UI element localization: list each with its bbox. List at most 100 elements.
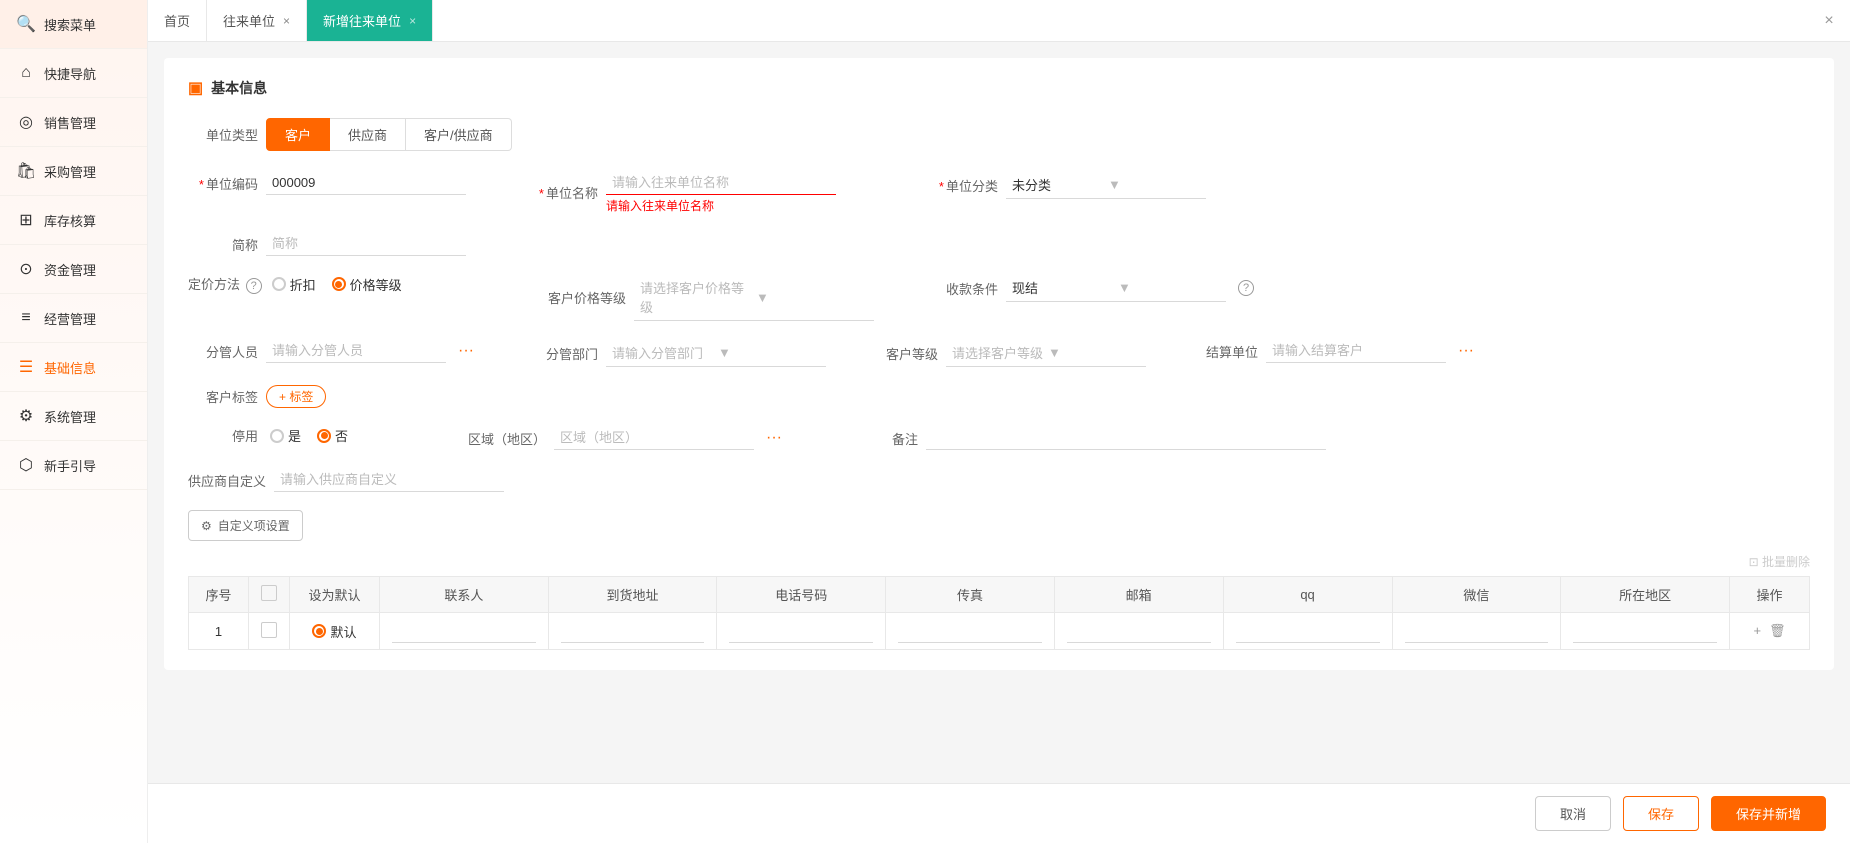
category-select[interactable]: 未分类 ▼ [1006,171,1206,199]
th-wechat: 微信 [1392,577,1561,613]
unit-type-group: 客户 供应商 客户/供应商 [266,118,512,151]
supplier-custom-row: 供应商自定义 [188,468,1810,492]
region-input[interactable] [554,426,754,450]
row-delete-icon[interactable]: 🗑 [1769,623,1786,639]
th-qq: qq [1223,577,1392,613]
row-phone-input[interactable] [729,619,873,643]
customer-level-select[interactable]: 请选择客户等级 ▼ [946,339,1146,367]
manager-more-btn[interactable]: ··· [454,342,478,360]
row-fax-input[interactable] [898,619,1042,643]
sales-icon: ◎ [16,112,36,132]
row-qq-input[interactable] [1236,619,1380,643]
customer-level-item: 客户等级 请选择客户等级 ▼ [868,339,1188,367]
region-more-btn[interactable]: ··· [762,429,786,447]
th-contact: 联系人 [380,577,549,613]
tab-new-partner-close[interactable]: × [409,14,416,28]
code-name-category-row: *单位编码 *单位名称 请输入往来单位名称 [188,171,1810,214]
unit-type-supplier[interactable]: 供应商 [330,118,406,151]
row-email-input[interactable] [1067,619,1211,643]
sidebar-search[interactable]: 🔍 搜索菜单 [0,0,147,49]
row-contact-input[interactable] [392,619,536,643]
sidebar-item-sales[interactable]: ◎ 销售管理 [0,98,147,147]
payment-help-icon[interactable]: ? [1238,280,1254,296]
th-default: 设为默认 [290,577,380,613]
search-icon: 🔍 [16,14,36,34]
remark-input[interactable] [926,426,1326,450]
disabled-yes-radio [270,429,284,443]
batch-delete-area[interactable]: ⊡ 批量删除 [188,553,1810,570]
name-input[interactable] [606,171,836,195]
sidebar-item-purchase[interactable]: 🛍 采购管理 [0,147,147,196]
settlement-input[interactable] [1266,339,1446,363]
settlement-item: 结算单位 ··· [1188,339,1810,363]
action-bar: 取消 保存 保存并新增 [148,783,1850,843]
basic-icon: ☰ [16,357,36,377]
sidebar-item-guide[interactable]: ⬡ 新手引导 [0,441,147,490]
row-add-icon[interactable]: + [1753,623,1761,639]
customer-price-chevron: ▼ [756,290,868,305]
td-address [548,613,717,650]
row-region-input[interactable] [1573,619,1717,643]
tab-partners-close[interactable]: × [283,14,290,28]
unit-type-customer[interactable]: 客户 [266,118,330,151]
abbr-row: 简称 [188,232,1810,256]
sidebar-item-finance[interactable]: ⊙ 资金管理 [0,245,147,294]
disabled-no-radio [317,429,331,443]
unit-type-label: 单位类型 [188,125,258,144]
abbr-input[interactable] [266,232,466,256]
custom-settings-button[interactable]: ⚙ 自定义项设置 [188,510,303,541]
row-default-radio[interactable]: 默认 [302,622,367,641]
category-chevron: ▼ [1108,177,1200,192]
category-label: *单位分类 [928,176,998,195]
sidebar-item-basic[interactable]: ☰ 基础信息 [0,343,147,392]
name-item: *单位名称 请输入往来单位名称 [528,171,928,214]
row-checkbox[interactable] [261,622,277,638]
save-button[interactable]: 保存 [1623,796,1699,831]
td-wechat [1392,613,1561,650]
sidebar-item-quick-nav[interactable]: ⌂ 快捷导航 [0,49,147,98]
th-index: 序号 [189,577,249,613]
disabled-item: 停用 是 否 [188,426,468,445]
pricing-discount-radio [272,277,286,291]
td-qq [1223,613,1392,650]
sidebar-item-operations[interactable]: ≡ 经营管理 [0,294,147,343]
settlement-more-btn[interactable]: ··· [1454,342,1478,360]
code-input[interactable] [266,171,466,195]
disabled-yes[interactable]: 是 [270,426,301,445]
tab-home[interactable]: 首页 [148,0,207,41]
pricing-price-level[interactable]: 价格等级 [332,275,402,294]
disabled-no[interactable]: 否 [317,426,348,445]
dept-item: 分管部门 请输入分管部门 ▼ [528,339,868,367]
tab-partners[interactable]: 往来单位 × [207,0,307,41]
contacts-table: 序号 设为默认 联系人 到货地址 电话号码 传真 邮箱 qq 微信 所在地区 [188,576,1810,650]
manager-input[interactable] [266,339,446,363]
sidebar-item-system[interactable]: ⚙ 系统管理 [0,392,147,441]
tab-new-partner[interactable]: 新增往来单位 × [307,0,433,41]
content-area: ▣ 基本信息 单位类型 客户 供应商 客户/供应商 *单位编码 [148,42,1850,783]
row-address-input[interactable] [561,619,705,643]
pricing-discount[interactable]: 折扣 [272,275,316,294]
code-item: *单位编码 [188,171,528,195]
supplier-custom-label: 供应商自定义 [188,471,266,490]
payment-select[interactable]: 现结 ▼ [1006,274,1226,302]
cancel-button[interactable]: 取消 [1535,796,1611,831]
supplier-custom-input[interactable] [274,468,504,492]
row-wechat-input[interactable] [1405,619,1549,643]
add-tag-button[interactable]: + 标签 [266,385,326,408]
save-new-button[interactable]: 保存并新增 [1711,796,1826,831]
pricing-help-icon[interactable]: ? [246,278,262,294]
unit-type-row: 单位类型 客户 供应商 客户/供应商 [188,118,1810,151]
tab-bar: 首页 往来单位 × 新增往来单位 × × [148,0,1850,42]
header-checkbox[interactable] [261,585,277,601]
customer-price-select[interactable]: 请选择客户价格等级 ▼ [634,274,874,321]
customer-price-label: 客户价格等级 [548,288,626,307]
dept-select[interactable]: 请输入分管部门 ▼ [606,339,826,367]
dept-label: 分管部门 [528,344,598,363]
sidebar-item-inventory[interactable]: ⊞ 库存核算 [0,196,147,245]
unit-type-both[interactable]: 客户/供应商 [406,118,512,151]
window-close-button[interactable]: × [1808,0,1850,42]
th-action: 操作 [1730,577,1810,613]
home-icon: ⌂ [16,63,36,83]
supplier-custom-item: 供应商自定义 [188,468,568,492]
payment-item: 收款条件 现结 ▼ ? [928,274,1810,302]
